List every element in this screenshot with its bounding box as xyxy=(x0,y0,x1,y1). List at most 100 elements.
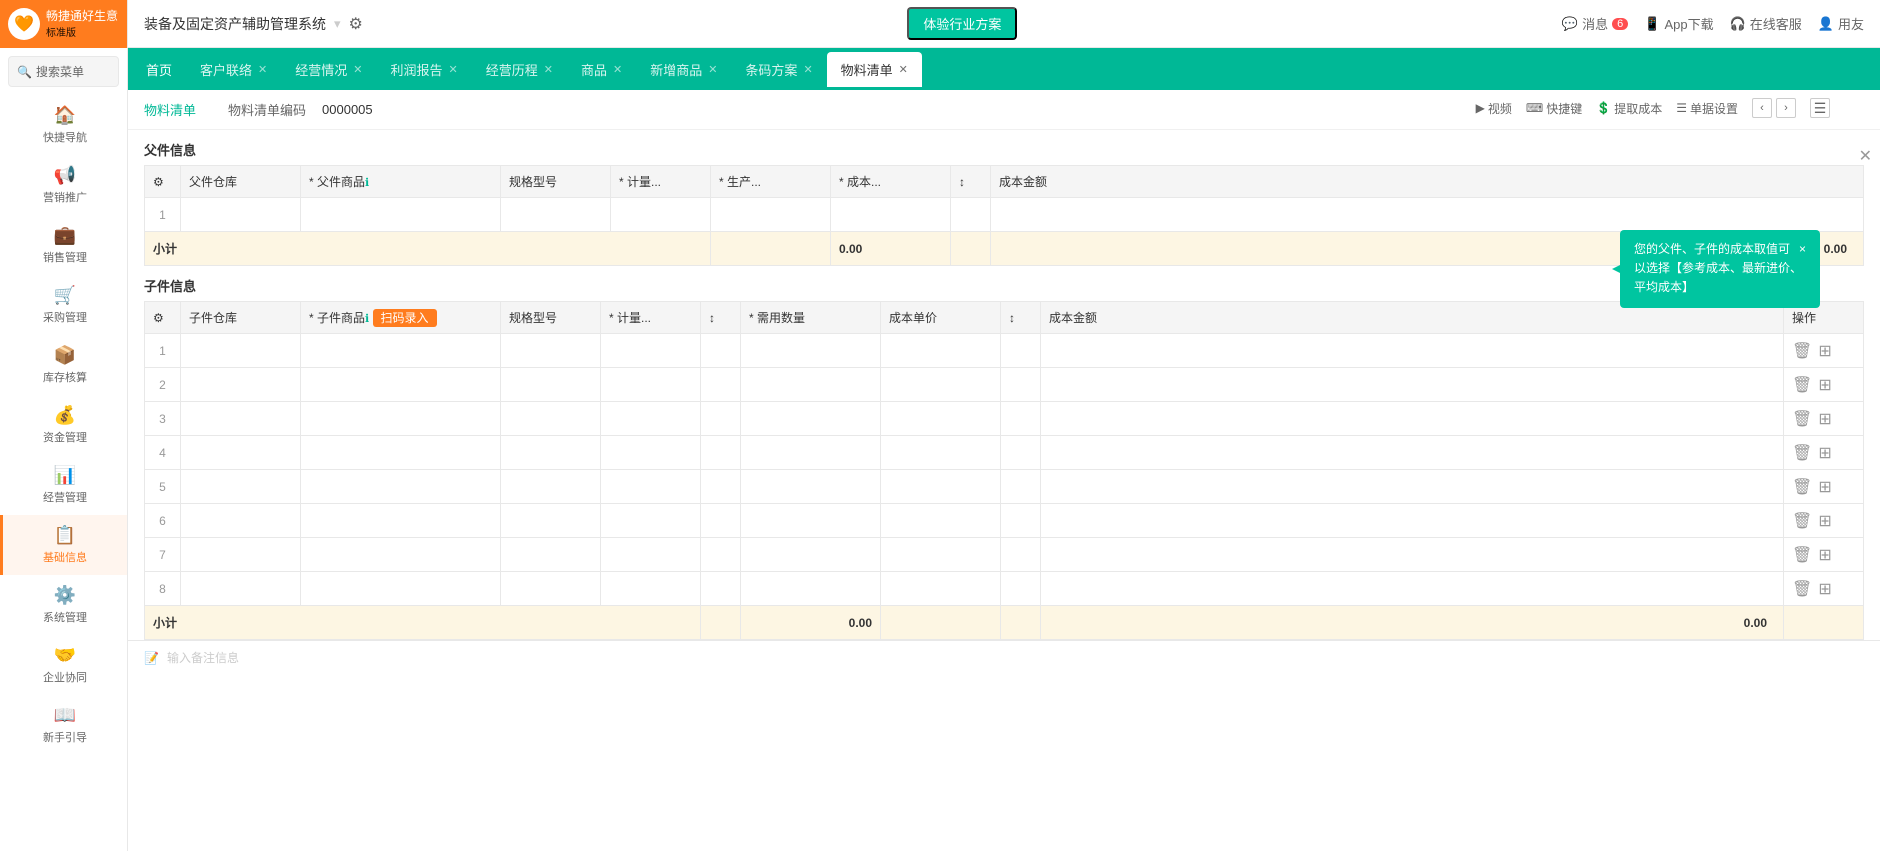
child-sort2-4[interactable] xyxy=(1001,436,1041,470)
search-menu-button[interactable]: 🔍 搜索菜单 xyxy=(8,56,119,87)
sidebar-item-marketing[interactable]: 📢 营销推广 xyxy=(0,155,127,215)
delete-icon-1[interactable]: 🗑 xyxy=(1792,341,1812,361)
tab-profit-report[interactable]: 利润报告 ✕ xyxy=(376,52,471,87)
child-sort-6[interactable] xyxy=(701,504,741,538)
parent-warehouse-cell[interactable] xyxy=(181,198,301,232)
child-sort-3[interactable] xyxy=(701,402,741,436)
child-sort2-6[interactable] xyxy=(1001,504,1041,538)
copy-icon-1[interactable]: ⊞ xyxy=(1818,341,1831,361)
child-cost-price-2[interactable] xyxy=(881,368,1001,402)
tab-home[interactable]: 首页 xyxy=(132,52,186,87)
tab-goods-close-icon[interactable]: ✕ xyxy=(613,63,622,76)
sidebar-item-collab[interactable]: 🤝 企业协同 xyxy=(0,635,127,695)
shortcut-button[interactable]: ⌨ 快捷键 xyxy=(1526,100,1582,117)
child-sort-8[interactable] xyxy=(701,572,741,606)
child-warehouse-6[interactable] xyxy=(181,504,301,538)
sidebar-item-inventory[interactable]: 📦 库存核算 xyxy=(0,335,127,395)
delete-icon-5[interactable]: 🗑 xyxy=(1792,477,1812,497)
child-sort2-5[interactable] xyxy=(1001,470,1041,504)
child-goods-4[interactable] xyxy=(301,436,501,470)
gear-icon[interactable]: ⚙ xyxy=(349,14,363,34)
child-qty-1[interactable] xyxy=(741,334,881,368)
child-qty-6[interactable] xyxy=(741,504,881,538)
child-warehouse-1[interactable] xyxy=(181,334,301,368)
child-sort-4[interactable] xyxy=(701,436,741,470)
tab-bom-close-icon[interactable]: ✕ xyxy=(899,63,908,76)
copy-icon-6[interactable]: ⊞ xyxy=(1818,511,1831,531)
online-service-button[interactable]: 🎧 在线客服 xyxy=(1730,14,1802,33)
sidebar-item-operation[interactable]: 📊 经营管理 xyxy=(0,455,127,515)
tab-new-goods-close-icon[interactable]: ✕ xyxy=(708,63,717,76)
app-download-button[interactable]: 📱 App下载 xyxy=(1644,14,1713,33)
parent-spec-cell[interactable] xyxy=(501,198,611,232)
single-setting-button[interactable]: ☰ 单据设置 xyxy=(1676,100,1738,117)
page-close-icon[interactable]: ✕ xyxy=(1859,146,1872,166)
child-spec-5[interactable] xyxy=(501,470,601,504)
sidebar-item-guide[interactable]: 📖 新手引导 xyxy=(0,695,127,755)
tab-operation-history[interactable]: 经营历程 ✕ xyxy=(472,52,567,87)
tab-customer[interactable]: 客户联络 ✕ xyxy=(186,52,281,87)
child-warehouse-7[interactable] xyxy=(181,538,301,572)
th-parent-settings[interactable]: ⚙ xyxy=(145,166,181,198)
sidebar-item-finance[interactable]: 💰 资金管理 xyxy=(0,395,127,455)
tab-barcode-close-icon[interactable]: ✕ xyxy=(803,63,812,76)
child-unit-1[interactable] xyxy=(601,334,701,368)
parent-unit-cell[interactable] xyxy=(611,198,711,232)
child-qty-7[interactable] xyxy=(741,538,881,572)
delete-icon-8[interactable]: 🗑 xyxy=(1792,579,1812,599)
child-spec-1[interactable] xyxy=(501,334,601,368)
dropdown-arrow-icon[interactable]: ▾ xyxy=(334,16,341,32)
tab-customer-close-icon[interactable]: ✕ xyxy=(258,63,267,76)
tab-operation-status-close-icon[interactable]: ✕ xyxy=(353,63,362,76)
child-warehouse-3[interactable] xyxy=(181,402,301,436)
parent-goods-cell[interactable] xyxy=(301,198,501,232)
copy-icon-4[interactable]: ⊞ xyxy=(1818,443,1831,463)
copy-icon-7[interactable]: ⊞ xyxy=(1818,545,1831,565)
child-cost-price-3[interactable] xyxy=(881,402,1001,436)
tab-goods[interactable]: 商品 ✕ xyxy=(567,52,636,87)
child-goods-2[interactable] xyxy=(301,368,501,402)
child-unit-4[interactable] xyxy=(601,436,701,470)
sidebar-item-sales[interactable]: 💼 销售管理 xyxy=(0,215,127,275)
delete-icon-3[interactable]: 🗑 xyxy=(1792,409,1812,429)
tab-profit-report-close-icon[interactable]: ✕ xyxy=(449,63,458,76)
copy-icon-8[interactable]: ⊞ xyxy=(1818,579,1831,599)
child-sort-5[interactable] xyxy=(701,470,741,504)
extract-cost-button[interactable]: 💲 提取成本 xyxy=(1596,100,1662,117)
child-cost-price-7[interactable] xyxy=(881,538,1001,572)
child-qty-4[interactable] xyxy=(741,436,881,470)
child-warehouse-4[interactable] xyxy=(181,436,301,470)
search-area[interactable]: 🔍 搜索菜单 xyxy=(0,48,127,95)
child-warehouse-2[interactable] xyxy=(181,368,301,402)
child-sort-7[interactable] xyxy=(701,538,741,572)
child-spec-2[interactable] xyxy=(501,368,601,402)
child-unit-2[interactable] xyxy=(601,368,701,402)
child-cost-price-4[interactable] xyxy=(881,436,1001,470)
child-unit-6[interactable] xyxy=(601,504,701,538)
parent-sort-cell[interactable] xyxy=(951,198,991,232)
tab-barcode[interactable]: 条码方案 ✕ xyxy=(731,52,826,87)
sidebar-item-system[interactable]: ⚙️ 系统管理 xyxy=(0,575,127,635)
child-goods-8[interactable] xyxy=(301,572,501,606)
scan-button[interactable]: 扫码录入 xyxy=(373,309,437,327)
child-goods-5[interactable] xyxy=(301,470,501,504)
next-arrow-button[interactable]: › xyxy=(1776,98,1796,118)
child-sort2-7[interactable] xyxy=(1001,538,1041,572)
child-cost-price-5[interactable] xyxy=(881,470,1001,504)
tab-operation-status[interactable]: 经营情况 ✕ xyxy=(281,52,376,87)
child-warehouse-8[interactable] xyxy=(181,572,301,606)
child-spec-4[interactable] xyxy=(501,436,601,470)
breadcrumb-bom[interactable]: 物料清单 xyxy=(144,100,196,119)
th-child-settings[interactable]: ⚙ xyxy=(145,302,181,334)
copy-icon-2[interactable]: ⊞ xyxy=(1818,375,1831,395)
child-spec-8[interactable] xyxy=(501,572,601,606)
child-unit-3[interactable] xyxy=(601,402,701,436)
child-qty-8[interactable] xyxy=(741,572,881,606)
child-unit-5[interactable] xyxy=(601,470,701,504)
copy-icon-5[interactable]: ⊞ xyxy=(1818,477,1831,497)
delete-icon-4[interactable]: 🗑 xyxy=(1792,443,1812,463)
tab-new-goods[interactable]: 新增商品 ✕ xyxy=(636,52,731,87)
child-sort-1[interactable] xyxy=(701,334,741,368)
child-goods-1[interactable] xyxy=(301,334,501,368)
child-warehouse-5[interactable] xyxy=(181,470,301,504)
